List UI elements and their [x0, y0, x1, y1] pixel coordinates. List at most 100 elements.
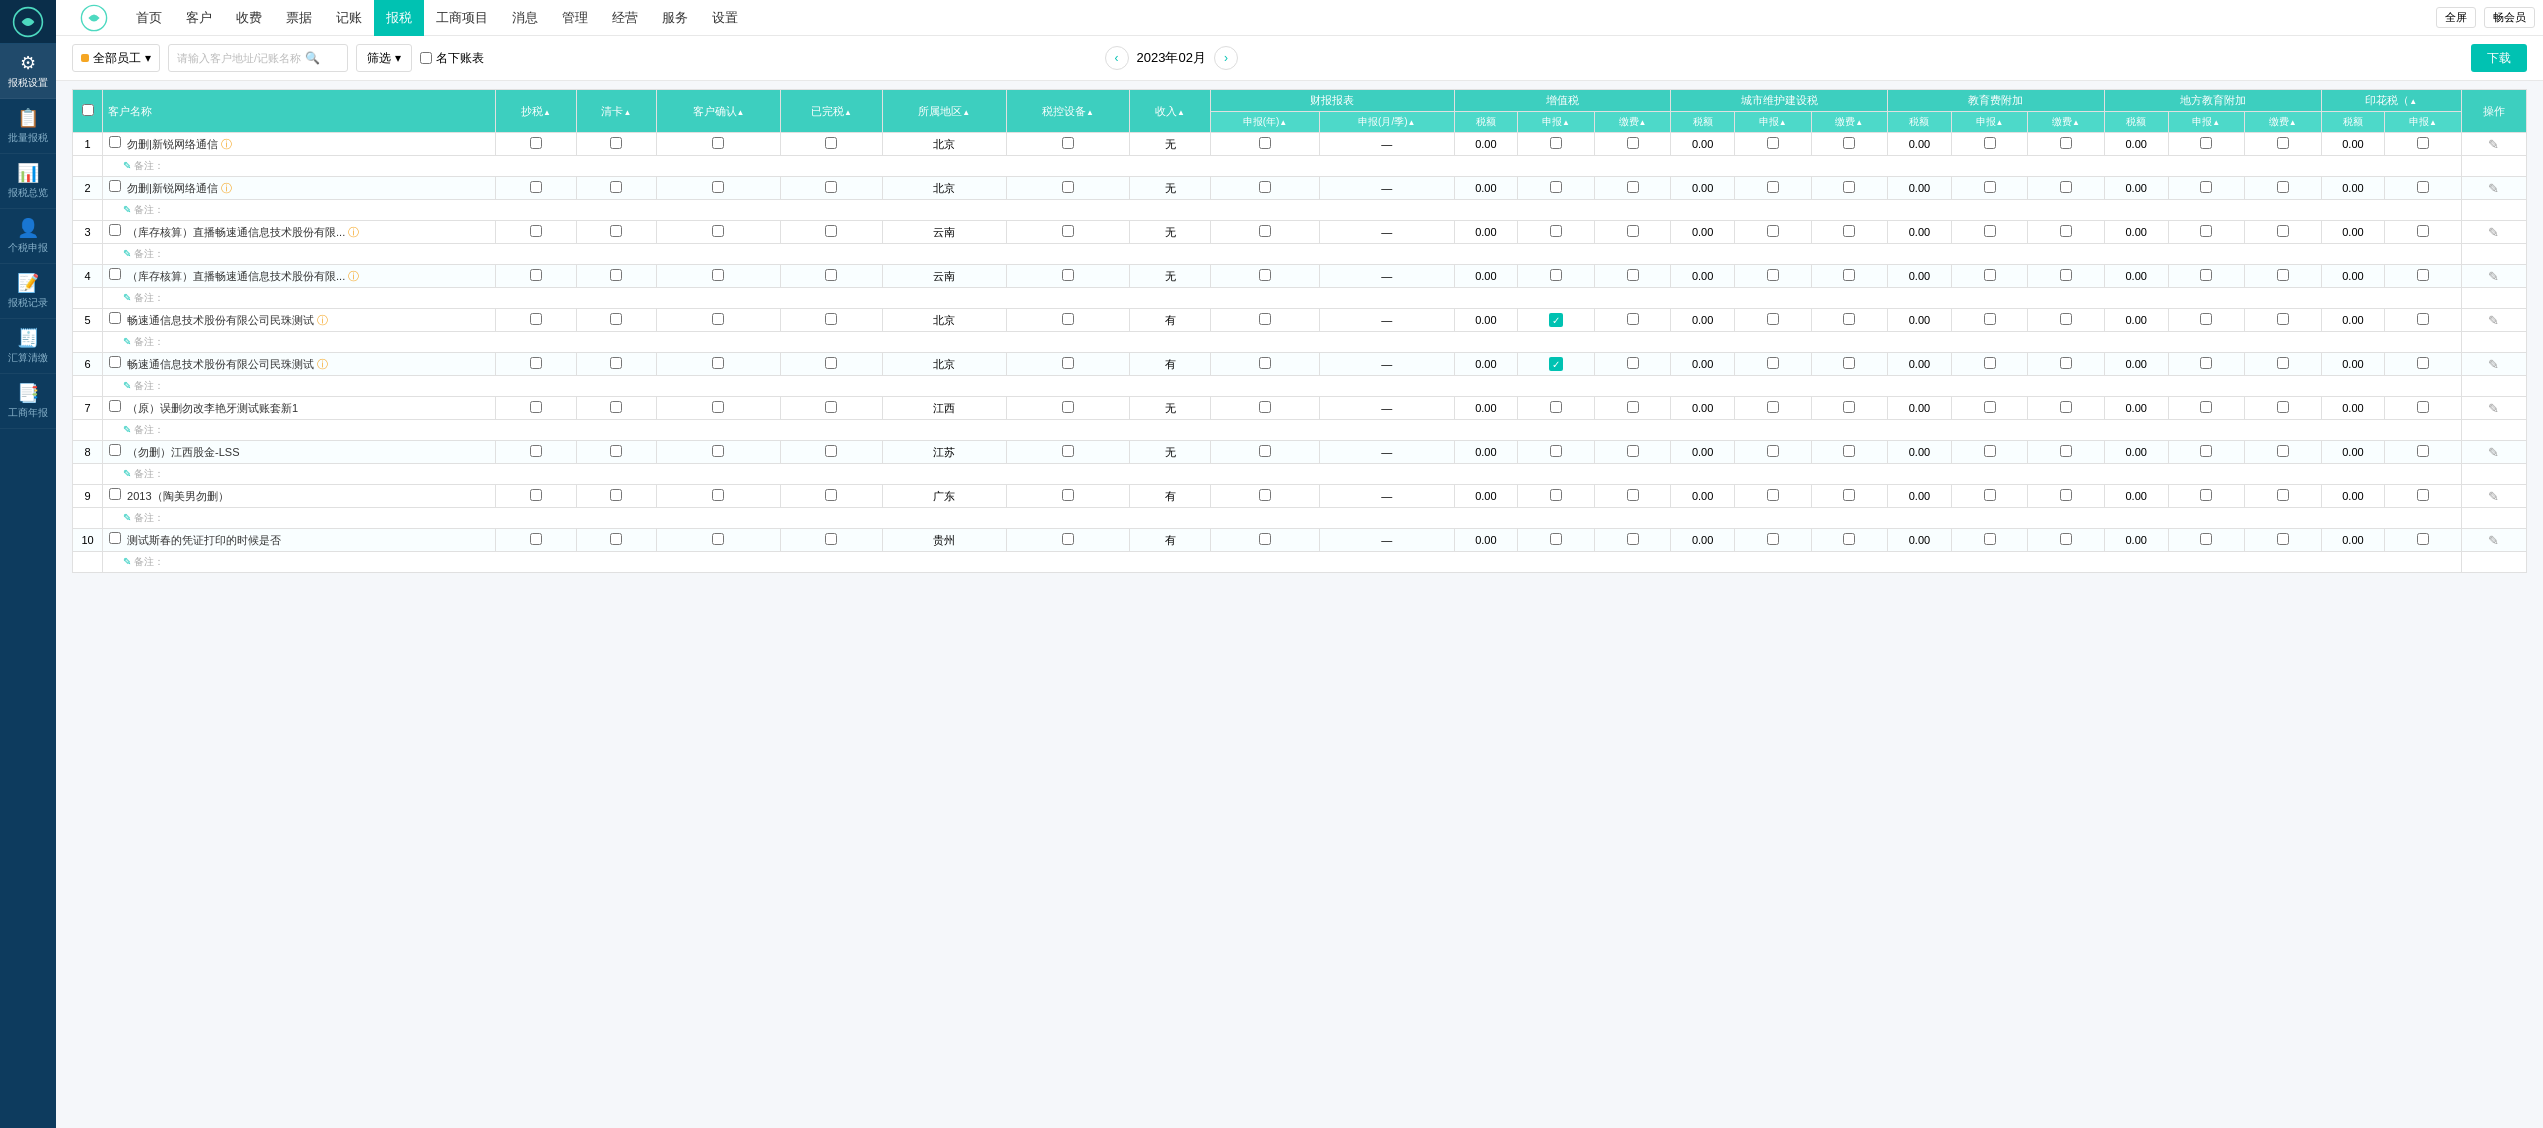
fin-year-checkbox[interactable] [1259, 445, 1271, 457]
taxcopy-checkbox[interactable] [530, 225, 542, 237]
declared-checkbox[interactable] [825, 137, 837, 149]
edu-declare-checkbox[interactable] [1984, 445, 1996, 457]
edit-note-icon[interactable]: ✎ [123, 160, 131, 171]
city-pay-checkbox[interactable] [1843, 313, 1855, 325]
edit-note-icon[interactable]: ✎ [123, 204, 131, 215]
confirm-checkbox[interactable] [712, 357, 724, 369]
employee-filter[interactable]: 全部员工 ▾ [72, 44, 160, 72]
local-pay-checkbox[interactable] [2277, 401, 2289, 413]
vat-declare-checkbox[interactable] [1550, 445, 1562, 457]
edu-declare-checkbox[interactable] [1984, 357, 1996, 369]
taxcopy-checkbox[interactable] [530, 181, 542, 193]
search-box[interactable]: 请输入客户地址/记账名称 🔍 [168, 44, 348, 72]
edu-pay-checkbox[interactable] [2060, 445, 2072, 457]
confirm-checkbox[interactable] [712, 313, 724, 325]
local-pay-checkbox[interactable] [2277, 357, 2289, 369]
confirm-checkbox[interactable] [712, 401, 724, 413]
edu-declare-checkbox[interactable] [1984, 137, 1996, 149]
vat-declare-checkbox[interactable] [1550, 137, 1562, 149]
row-select-checkbox[interactable] [109, 488, 121, 500]
row-select-checkbox[interactable] [109, 444, 121, 456]
city-declare-checkbox[interactable] [1767, 313, 1779, 325]
nav-business[interactable]: 工商项目 [424, 0, 500, 36]
fin-year-checkbox[interactable] [1259, 533, 1271, 545]
edu-pay-checkbox[interactable] [2060, 269, 2072, 281]
edit-icon[interactable]: ✎ [2488, 445, 2499, 460]
edu-declare-checkbox[interactable] [1984, 225, 1996, 237]
nav-customer[interactable]: 客户 [174, 0, 224, 36]
declared-checkbox[interactable] [825, 181, 837, 193]
declared-checkbox[interactable] [825, 489, 837, 501]
vat-declare-checkbox[interactable] [1550, 401, 1562, 413]
local-declare-checkbox[interactable] [2200, 489, 2212, 501]
vat-declare-checkbox[interactable] [1550, 489, 1562, 501]
edu-declare-checkbox[interactable] [1984, 401, 1996, 413]
nav-messages[interactable]: 消息 [500, 0, 550, 36]
sidebar-item-batch-tax[interactable]: 📋 批量报税 [0, 99, 56, 154]
edu-pay-checkbox[interactable] [2060, 489, 2072, 501]
stamp-declare-checkbox[interactable] [2417, 181, 2429, 193]
nav-home[interactable]: 首页 [124, 0, 174, 36]
confirm-checkbox[interactable] [712, 137, 724, 149]
confirm-checkbox[interactable] [712, 225, 724, 237]
taxcopy-checkbox[interactable] [530, 533, 542, 545]
local-pay-checkbox[interactable] [2277, 445, 2289, 457]
local-pay-checkbox[interactable] [2277, 489, 2289, 501]
fin-year-checkbox[interactable] [1259, 401, 1271, 413]
clearcard-checkbox[interactable] [610, 313, 622, 325]
vat-pay-checkbox[interactable] [1627, 225, 1639, 237]
clearcard-checkbox[interactable] [610, 225, 622, 237]
fin-year-checkbox[interactable] [1259, 225, 1271, 237]
edit-note-icon[interactable]: ✎ [123, 468, 131, 479]
local-declare-checkbox[interactable] [2200, 225, 2212, 237]
declared-checkbox[interactable] [825, 225, 837, 237]
edu-declare-checkbox[interactable] [1984, 269, 1996, 281]
vat-pay-checkbox[interactable] [1627, 445, 1639, 457]
confirm-checkbox[interactable] [712, 269, 724, 281]
nav-settings[interactable]: 设置 [700, 0, 750, 36]
city-declare-checkbox[interactable] [1767, 533, 1779, 545]
taxcontrol-checkbox[interactable] [1062, 357, 1074, 369]
vat-declare-checkbox[interactable] [1550, 225, 1562, 237]
clearcard-checkbox[interactable] [610, 401, 622, 413]
taxcontrol-checkbox[interactable] [1062, 401, 1074, 413]
vat-pay-checkbox[interactable] [1627, 401, 1639, 413]
edit-icon[interactable]: ✎ [2488, 533, 2499, 548]
taxcontrol-checkbox[interactable] [1062, 533, 1074, 545]
stamp-declare-checkbox[interactable] [2417, 269, 2429, 281]
stamp-declare-checkbox[interactable] [2417, 533, 2429, 545]
edit-icon[interactable]: ✎ [2488, 401, 2499, 416]
taxcontrol-checkbox[interactable] [1062, 181, 1074, 193]
declared-checkbox[interactable] [825, 357, 837, 369]
vat-pay-checkbox[interactable] [1627, 357, 1639, 369]
clearcard-checkbox[interactable] [610, 181, 622, 193]
vat-declare-checkbox[interactable] [1550, 269, 1562, 281]
edit-icon[interactable]: ✎ [2488, 225, 2499, 240]
sidebar-item-tax-records[interactable]: 📝 报税记录 [0, 264, 56, 319]
row-select-checkbox[interactable] [109, 400, 121, 412]
edit-note-icon[interactable]: ✎ [123, 380, 131, 391]
local-declare-checkbox[interactable] [2200, 269, 2212, 281]
sidebar-item-annual-settlement[interactable]: 🧾 汇算清缴 [0, 319, 56, 374]
taxcopy-checkbox[interactable] [530, 401, 542, 413]
fin-year-checkbox[interactable] [1259, 269, 1271, 281]
city-declare-checkbox[interactable] [1767, 401, 1779, 413]
clearcard-checkbox[interactable] [610, 137, 622, 149]
declared-checkbox[interactable] [825, 533, 837, 545]
prev-month-button[interactable]: ‹ [1105, 46, 1129, 70]
underaccount-checkbox[interactable] [420, 52, 432, 64]
confirm-checkbox[interactable] [712, 181, 724, 193]
declared-checkbox[interactable] [825, 445, 837, 457]
stamp-declare-checkbox[interactable] [2417, 137, 2429, 149]
clearcard-checkbox[interactable] [610, 445, 622, 457]
row-select-checkbox[interactable] [109, 224, 121, 236]
local-pay-checkbox[interactable] [2277, 269, 2289, 281]
confirm-checkbox[interactable] [712, 445, 724, 457]
vat-declare-checkbox[interactable] [1550, 533, 1562, 545]
taxcontrol-checkbox[interactable] [1062, 313, 1074, 325]
nav-billing[interactable]: 收费 [224, 0, 274, 36]
local-pay-checkbox[interactable] [2277, 533, 2289, 545]
declared-checkbox[interactable] [825, 269, 837, 281]
nav-management[interactable]: 管理 [550, 0, 600, 36]
taxcontrol-checkbox[interactable] [1062, 489, 1074, 501]
